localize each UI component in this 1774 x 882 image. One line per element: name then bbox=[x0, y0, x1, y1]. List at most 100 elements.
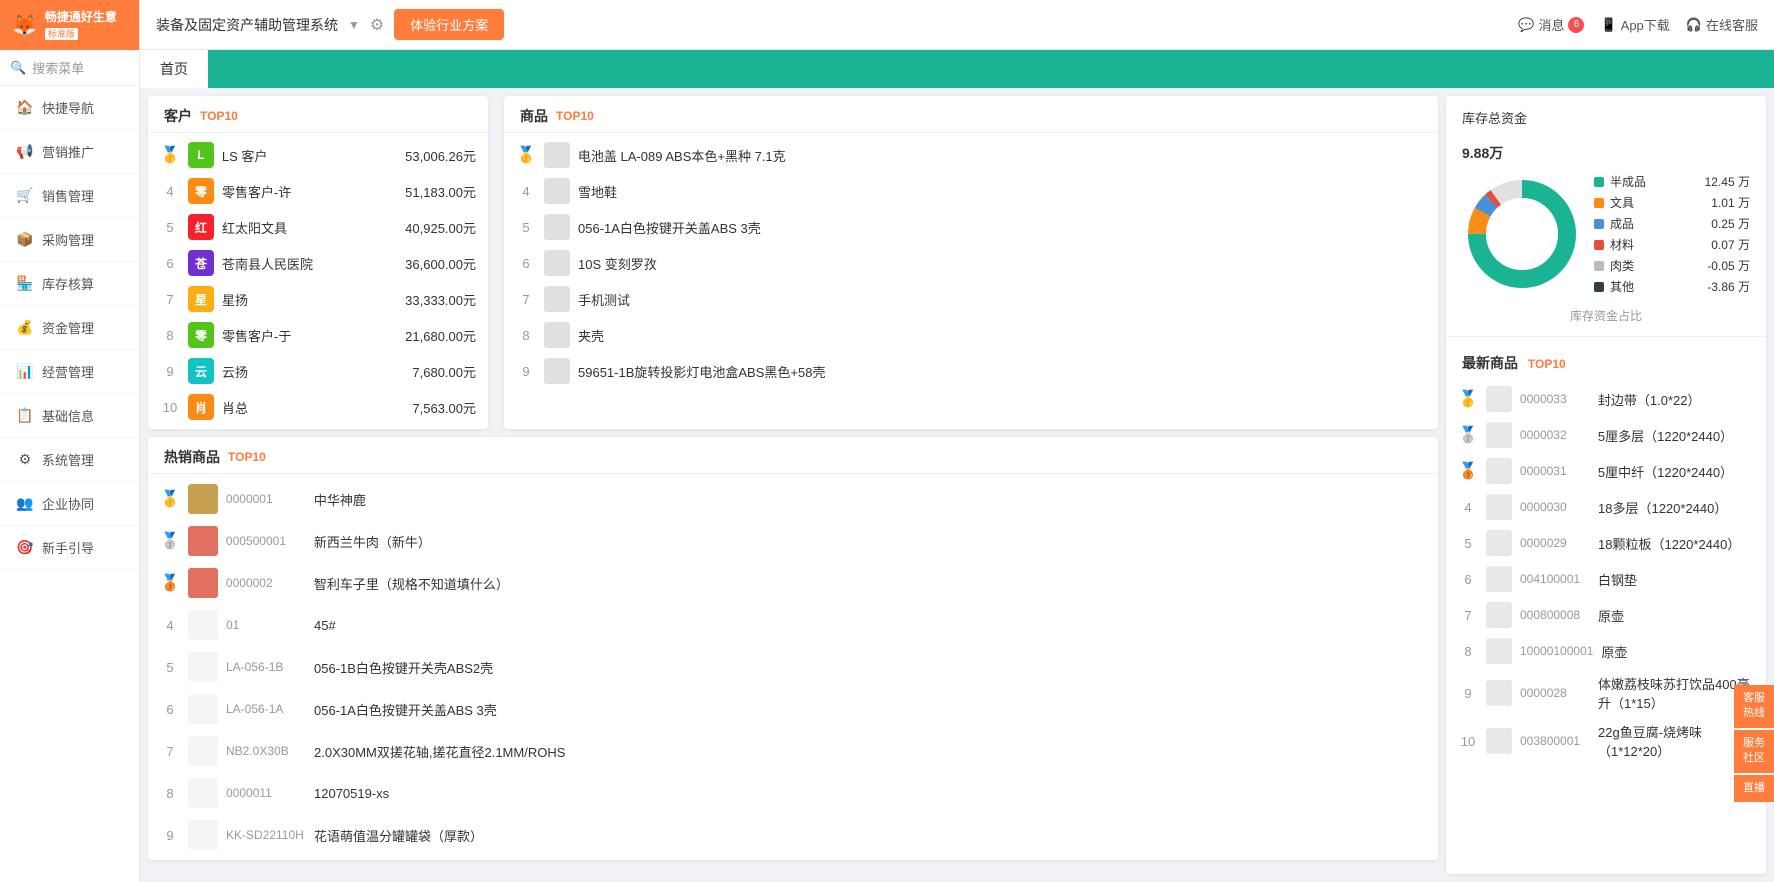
customer-value-8: 7,563.00元 bbox=[412, 398, 476, 417]
customer-top10-panel: 客户 TOP10 🥇 L LS 客户 53,006.26元 4 零 bbox=[148, 96, 488, 429]
customer-rank-row-1: 🥇 L LS 客户 53,006.26元 bbox=[148, 137, 488, 173]
goods-img-5 bbox=[544, 286, 570, 312]
new-product-code-10: 003800001 bbox=[1520, 734, 1590, 748]
nav-icon-2: 🛒 bbox=[16, 187, 34, 205]
new-product-code-7: 000800008 bbox=[1520, 608, 1590, 622]
nav-item-5[interactable]: 💰 资金管理 bbox=[0, 306, 139, 350]
legend-value-4: -0.05 万 bbox=[1707, 257, 1750, 274]
hot-row-1: 🥇 0000001 中华神鹿 bbox=[148, 478, 1438, 520]
nav-label-5: 资金管理 bbox=[42, 318, 94, 337]
customer-avatar-3: 红 bbox=[188, 214, 214, 240]
goods-panel-title: 商品 bbox=[520, 106, 548, 126]
legend-value-2: 0.25 万 bbox=[1711, 215, 1750, 232]
legend-dot-0 bbox=[1594, 177, 1604, 187]
nav-item-0[interactable]: 🏠 快捷导航 bbox=[0, 86, 139, 130]
search-menu-label: 搜索菜单 bbox=[32, 58, 84, 77]
nav-item-9[interactable]: 👥 企业协同 bbox=[0, 482, 139, 526]
trial-button[interactable]: 体验行业方案 bbox=[394, 9, 504, 40]
new-product-row-9: 9 0000028 体嫩荔枝味苏打饮品400毫升（1*15） bbox=[1446, 669, 1766, 717]
nav-icon-4: 🏪 bbox=[16, 275, 34, 293]
nav-item-8[interactable]: ⚙ 系统管理 bbox=[0, 438, 139, 482]
tab-homepage[interactable]: 首页 bbox=[140, 50, 208, 88]
cs-hotline-button[interactable]: 客服热线 bbox=[1734, 685, 1774, 728]
inventory-chart-label: 库存资金占比 bbox=[1462, 307, 1750, 324]
goods-rank-row-6: 8 夹壳 bbox=[504, 317, 1438, 353]
donut-chart bbox=[1462, 174, 1582, 294]
inventory-value: 9.88 bbox=[1462, 145, 1489, 161]
nav-item-3[interactable]: 📦 采购管理 bbox=[0, 218, 139, 262]
header-right: 💬 消息 6 📱 App下载 🎧 在线客服 bbox=[1518, 15, 1758, 34]
rank-num-4: 6 bbox=[160, 256, 180, 271]
nav-item-4[interactable]: 🏪 库存核算 bbox=[0, 262, 139, 306]
goods-name-5: 手机测试 bbox=[578, 290, 1426, 309]
nav-item-2[interactable]: 🛒 销售管理 bbox=[0, 174, 139, 218]
nav-item-6[interactable]: 📊 经营管理 bbox=[0, 350, 139, 394]
goods-num-6: 8 bbox=[516, 328, 536, 343]
nav-icon-7: 📋 bbox=[16, 407, 34, 425]
legend-item-0: 半成品 12.45 万 bbox=[1594, 173, 1750, 190]
goods-panel-header: 商品 TOP10 bbox=[504, 96, 1438, 133]
message-button[interactable]: 💬 消息 6 bbox=[1518, 15, 1584, 34]
goods-top10-panel: 商品 TOP10 🥇 电池盖 LA-089 ABS本色+黑种 7.1克 4 雪地… bbox=[504, 96, 1438, 429]
hot-num-8: 8 bbox=[160, 786, 180, 801]
goods-img-7 bbox=[544, 358, 570, 384]
goods-name-3: 056-1A白色按键开关盖ABS 3壳 bbox=[578, 218, 1426, 237]
legend-label-5: 其他 bbox=[1610, 278, 1701, 295]
new-num-4: 4 bbox=[1458, 500, 1478, 515]
new-num-8: 8 bbox=[1458, 644, 1478, 659]
nav-item-10[interactable]: 🎯 新手引导 bbox=[0, 526, 139, 570]
legend-dot-2 bbox=[1594, 219, 1604, 229]
system-title: 装备及固定资产辅助管理系统 bbox=[156, 15, 338, 35]
nav-label-9: 企业协同 bbox=[42, 494, 94, 513]
sidebar: 🦊 畅捷通好生意 标准版 🔍 搜索菜单 🏠 快捷导航 📢 营销推广 🛒 销售管理… bbox=[0, 0, 140, 882]
goods-name-7: 59651-1B旋转投影灯电池盒ABS黑色+58壳 bbox=[578, 362, 1426, 381]
goods-img-6 bbox=[544, 322, 570, 348]
hot-code-8: 0000011 bbox=[226, 786, 306, 800]
customer-value-3: 40,925.00元 bbox=[405, 218, 476, 237]
new-product-name-8: 原壶 bbox=[1601, 642, 1754, 661]
legend-label-3: 材料 bbox=[1610, 236, 1705, 253]
customer-rank-row-4: 6 苍 苍南县人民医院 36,600.00元 bbox=[148, 245, 488, 281]
settings-icon[interactable]: ⚙ bbox=[370, 15, 384, 35]
online-service-button[interactable]: 🎧 在线客服 bbox=[1686, 15, 1758, 34]
customer-name-1: LS 客户 bbox=[222, 146, 397, 165]
legend-value-3: 0.07 万 bbox=[1711, 236, 1750, 253]
new-product-img-4 bbox=[1486, 494, 1512, 520]
hot-num-5: 5 bbox=[160, 660, 180, 675]
nav-label-0: 快捷导航 bbox=[42, 98, 94, 117]
main-content: 客户 TOP10 🥇 L LS 客户 53,006.26元 4 零 bbox=[140, 88, 1774, 882]
hot-row-4: 4 01 45# bbox=[148, 604, 1438, 646]
nav-item-1[interactable]: 📢 营销推广 bbox=[0, 130, 139, 174]
dropdown-arrow-icon[interactable]: ▼ bbox=[348, 18, 360, 32]
goods-num-3: 5 bbox=[516, 220, 536, 235]
legend-item-3: 材料 0.07 万 bbox=[1594, 236, 1750, 253]
new-product-name-6: 白钢垫 bbox=[1598, 570, 1754, 589]
nav-label-6: 经营管理 bbox=[42, 362, 94, 381]
hot-products-panel: 热销商品 TOP10 🥇 0000001 中华神鹿 🥈 000500001 新西… bbox=[148, 437, 1438, 860]
inventory-amount: 9.88万 bbox=[1462, 133, 1750, 165]
nav-icon-5: 💰 bbox=[16, 319, 34, 337]
customer-rank-row-2: 4 零 零售客户-许 51,183.00元 bbox=[148, 173, 488, 209]
nav-item-7[interactable]: 📋 基础信息 bbox=[0, 394, 139, 438]
legend-item-5: 其他 -3.86 万 bbox=[1594, 278, 1750, 295]
hot-name-6: 056-1A白色按键开关盖ABS 3壳 bbox=[314, 700, 1426, 719]
new-product-row-4: 4 0000030 18多层（1220*2440） bbox=[1446, 489, 1766, 525]
app-download-button[interactable]: 📱 App下载 bbox=[1600, 15, 1669, 34]
hot-row-3: 🥉 0000002 智利车子里（规格不知道填什么） bbox=[148, 562, 1438, 604]
nav-icon-0: 🏠 bbox=[16, 99, 34, 117]
hot-panel-header: 热销商品 TOP10 bbox=[148, 437, 1438, 474]
nav-icon-10: 🎯 bbox=[16, 539, 34, 557]
hot-medal-3: 🥉 bbox=[160, 573, 180, 593]
search-menu[interactable]: 🔍 搜索菜单 bbox=[0, 50, 139, 86]
legend-value-0: 12.45 万 bbox=[1705, 173, 1750, 190]
cs-live-button[interactable]: 直播 bbox=[1734, 775, 1774, 802]
hot-row-7: 7 NB2.0X30B 2.0X30MM双搓花轴,搓花直径2.1MM/ROHS bbox=[148, 730, 1438, 772]
hot-name-7: 2.0X30MM双搓花轴,搓花直径2.1MM/ROHS bbox=[314, 742, 1426, 761]
customer-panel-header: 客户 TOP10 bbox=[148, 96, 488, 133]
customer-value-5: 33,333.00元 bbox=[405, 290, 476, 309]
cs-community-button[interactable]: 服务社区 bbox=[1734, 730, 1774, 773]
new-product-row-3: 🥉 0000031 5厘中纤（1220*2440） bbox=[1446, 453, 1766, 489]
legend-dot-5 bbox=[1594, 282, 1604, 292]
new-product-code-2: 0000032 bbox=[1520, 428, 1590, 442]
customer-rank-row-3: 5 红 红太阳文具 40,925.00元 bbox=[148, 209, 488, 245]
